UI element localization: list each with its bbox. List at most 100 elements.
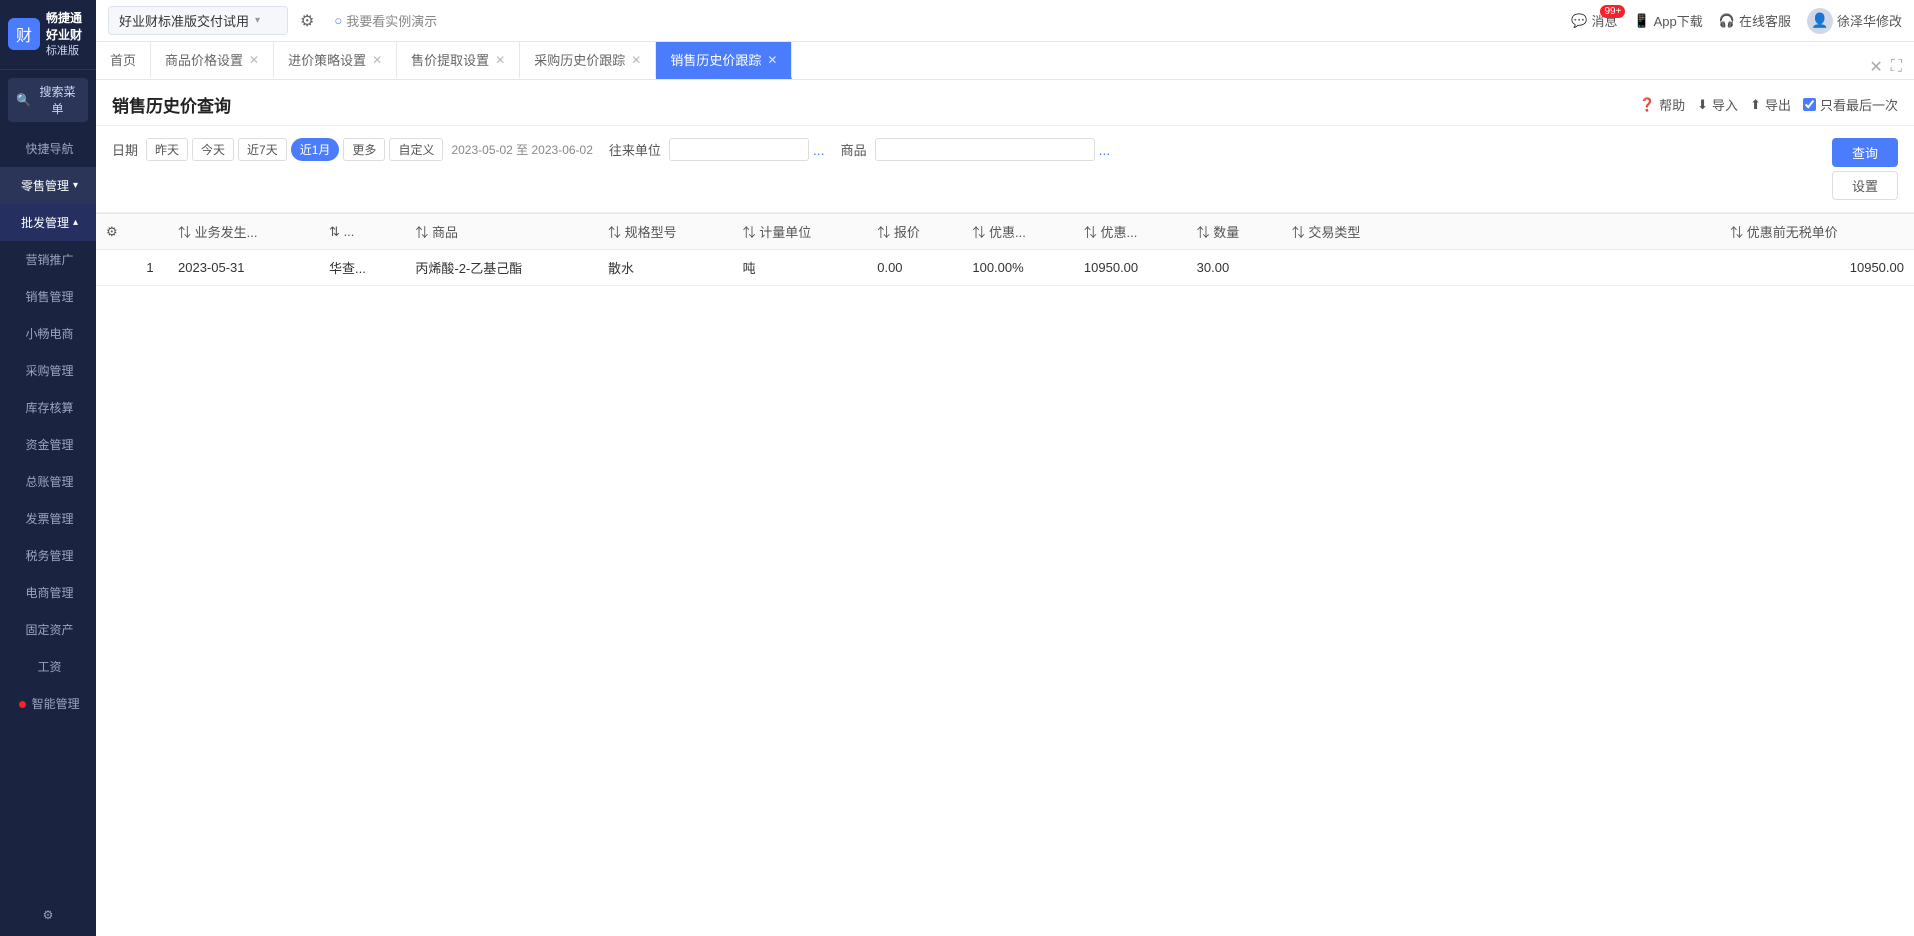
tab-sale-extract-label: 售价提取设置 [411,50,489,69]
sidebar-item-assets[interactable]: 固定资产 [0,611,96,648]
date-buttons: 昨天 今天 近7天 近1月 更多 自定义 [146,138,443,161]
product-input[interactable] [875,138,1095,161]
cell-product: 丙烯酸-2-乙基己酯 [405,250,598,286]
date-range-display: 2023-05-02 至 2023-06-02 [451,141,592,158]
online-service-button[interactable]: 🎧 在线客服 [1719,11,1791,30]
cell-pretax-price: 10950.00 [1720,250,1914,286]
app-download-label: App下载 [1654,11,1703,30]
date-btn-last1month[interactable]: 近1月 [291,138,340,161]
tab-product-price[interactable]: 商品价格设置 ✕ [151,42,274,79]
product-ellipsis-btn[interactable]: ... [1099,142,1111,158]
help-button[interactable]: ❓ 帮助 [1639,95,1685,114]
source-input[interactable] [669,138,809,161]
message-button[interactable]: 💬 消息 99+ [1571,11,1617,30]
col-header-biz-date[interactable]: ⇅ 业务发生... [168,214,319,250]
query-button[interactable]: 查询 [1832,138,1898,167]
tab-purchase-history-close[interactable]: ✕ [631,54,641,66]
avatar: 👤 [1807,8,1833,34]
cell-trade-type [1282,250,1417,286]
cell-spec: 散水 [598,250,733,286]
app-download-button[interactable]: 📱 App下载 [1633,11,1702,30]
tab-sales-history-label: 销售历史价跟踪 [670,50,761,69]
settings-button[interactable]: 设置 [1832,171,1898,200]
sidebar-item-ecommerce[interactable]: 电商管理 [0,574,96,611]
tab-sales-history[interactable]: 销售历史价跟踪 ✕ [656,42,792,79]
gear-icon: ⚙ [106,224,118,239]
col-header-col3[interactable]: ⇅ ... [319,214,405,250]
source-input-wrap: ... [669,138,825,161]
date-btn-yesterday[interactable]: 昨天 [146,138,188,161]
search-menu-button[interactable]: 🔍 搜索菜单 [8,78,88,122]
user-menu[interactable]: 👤 徐泽华修改 [1807,8,1902,34]
sidebar-item-invoice[interactable]: 发票管理 [0,500,96,537]
settings-icon: ⚙ [300,13,314,30]
cell-row-actions [96,250,132,286]
tab-purchase-history-label: 采购历史价跟踪 [534,50,625,69]
col-header-spacer [1416,214,1720,250]
sort-icon-pretax-price: ⇅ [1730,225,1743,240]
sidebar-item-finance[interactable]: 资金管理 [0,426,96,463]
tab-price-strategy[interactable]: 进价策略设置 ✕ [274,42,397,79]
only-last-checkbox[interactable] [1803,98,1816,111]
sidebar-item-quick-nav[interactable]: 快捷导航 [0,130,96,167]
source-filter-group: 往来单位 ... [609,138,825,161]
topbar-settings-button[interactable]: ⚙ [296,7,318,35]
table-body: 1 2023-05-31 华查... 丙烯酸-2-乙基己酯 散水 吨 0.00 … [96,250,1914,286]
sidebar-item-wholesale[interactable]: 批发管理 ▴ [0,204,96,241]
tab-price-strategy-close[interactable]: ✕ [372,54,382,66]
sidebar-item-retail[interactable]: 零售管理 ▾ [0,167,96,204]
headset-icon: 🎧 [1719,13,1735,29]
export-button[interactable]: ⬆ 导出 [1750,95,1791,114]
sidebar-item-payroll[interactable]: 工资 [0,648,96,685]
import-label: 导入 [1712,95,1738,114]
col-header-num [132,214,168,250]
date-btn-custom[interactable]: 自定义 [389,138,443,161]
sidebar-item-ledger[interactable]: 总账管理 [0,463,96,500]
sidebar-item-inventory[interactable]: 库存核算 [0,389,96,426]
date-filter-group: 日期 昨天 今天 近7天 近1月 更多 自定义 2023-05-02 至 202… [112,138,593,161]
col-header-quantity[interactable]: ⇅ 数量 [1187,214,1282,250]
window-maximize-button[interactable]: ⛶ [1887,56,1906,78]
source-ellipsis-btn[interactable]: ... [813,142,825,158]
sidebar-item-tax[interactable]: 税务管理 [0,537,96,574]
sidebar-item-sales[interactable]: 销售管理 [0,278,96,315]
col-header-discount1[interactable]: ⇅ 优惠... [962,214,1074,250]
only-last-checkbox-wrap[interactable]: 只看最后一次 [1803,95,1898,114]
cell-discount1: 100.00% [962,250,1074,286]
date-btn-last7[interactable]: 近7天 [238,138,287,161]
import-button[interactable]: ⬇ 导入 [1697,95,1738,114]
cell-price: 0.00 [867,250,962,286]
tab-sale-extract-close[interactable]: ✕ [495,54,505,66]
col-header-spec[interactable]: ⇅ 规格型号 [598,214,733,250]
message-badge: 99+ [1600,5,1625,18]
tab-sale-extract[interactable]: 售价提取设置 ✕ [397,42,520,79]
col-header-gear[interactable]: ⚙ [96,214,132,250]
sort-icon-unit: ⇅ [743,225,756,240]
demo-link[interactable]: ○ 我要看实例演示 [334,11,437,30]
sidebar-item-marketing[interactable]: 营销推广 [0,241,96,278]
tab-home[interactable]: 首页 [96,42,151,79]
col-header-unit[interactable]: ⇅ 计量单位 [733,214,868,250]
col-header-price[interactable]: ⇅ 报价 [867,214,962,250]
col-header-product[interactable]: ⇅ 商品 [405,214,598,250]
col-header-trade-type[interactable]: ⇅ 交易类型 [1282,214,1417,250]
window-close-button[interactable]: ✕ [1865,55,1886,79]
col-header-pretax-price[interactable]: ⇅ 优惠前无税单价 [1720,214,1914,250]
module-selector[interactable]: 好业财标准版交付试用 ▾ [108,6,288,35]
tab-sales-history-close[interactable]: ✕ [767,54,777,66]
page-header-actions: ❓ 帮助 ⬇ 导入 ⬆ 导出 只看最后一次 [1639,95,1898,114]
tab-purchase-history[interactable]: 采购历史价跟踪 ✕ [520,42,656,79]
chevron-down-icon: ▾ [255,15,260,26]
export-label: 导出 [1765,95,1791,114]
demo-label: 我要看实例演示 [346,11,437,30]
date-btn-more[interactable]: 更多 [343,138,385,161]
tab-product-price-close[interactable]: ✕ [249,54,259,66]
sidebar-item-purchase[interactable]: 采购管理 [0,352,96,389]
date-btn-today[interactable]: 今天 [192,138,234,161]
sidebar-item-ecommerce-small[interactable]: 小畅电商 [0,315,96,352]
sidebar-item-smart[interactable]: 智能管理 [0,685,96,722]
col-header-discount2[interactable]: ⇅ 优惠... [1074,214,1187,250]
sidebar-settings-button[interactable]: ⚙ [8,902,88,928]
sort-icon-col3: ⇅ [329,224,340,239]
module-selector-label: 好业财标准版交付试用 [119,11,249,30]
